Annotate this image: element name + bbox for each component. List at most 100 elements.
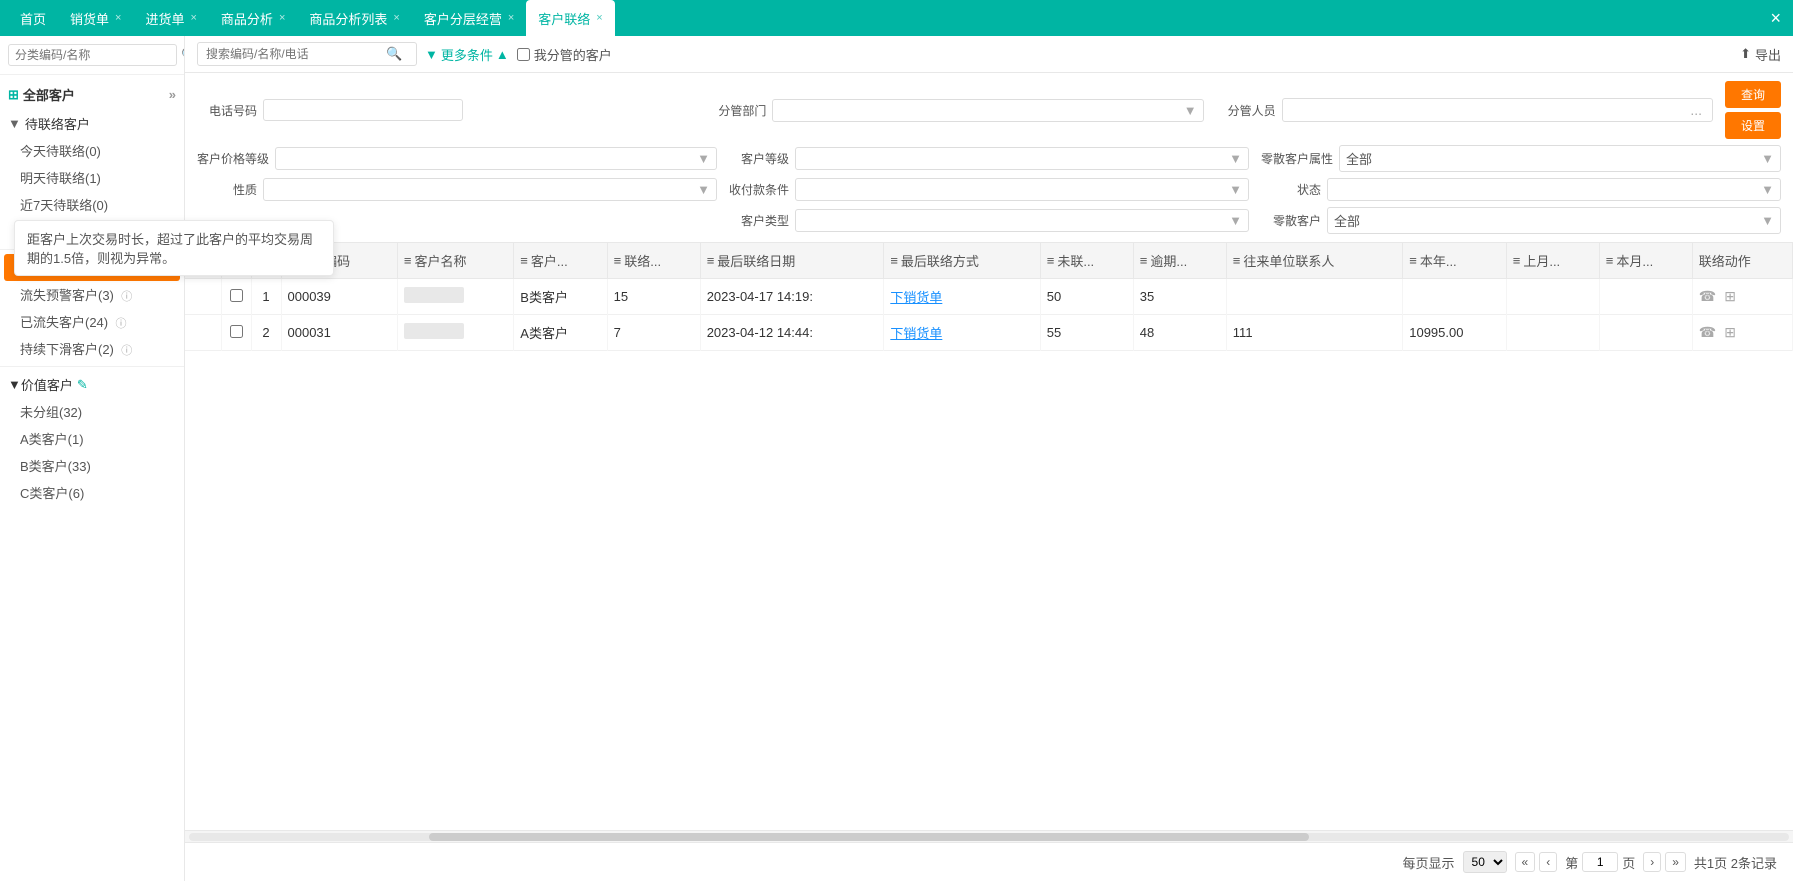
lost-prediction-info-icon[interactable]: ⓘ bbox=[121, 291, 132, 303]
customer-price-field: 客户价格等级 ▼ bbox=[197, 147, 717, 170]
sidebar-item-today-pending[interactable]: 今天待联络(0) bbox=[0, 137, 184, 164]
next-page-button[interactable]: › bbox=[1643, 852, 1661, 872]
prev-page-button[interactable]: ‹ bbox=[1539, 852, 1557, 872]
col-overdue: ≡逾期... bbox=[1133, 243, 1226, 279]
sidebar-content: ⊞ 全部客户 » ▼ 待联络客户 今天待联络(0) 明天待联络(1) 近7天待联… bbox=[0, 75, 184, 881]
row2-customer-code: 000031 bbox=[281, 315, 397, 351]
customer-price-select[interactable]: ▼ bbox=[275, 147, 717, 170]
row2-select-checkbox[interactable] bbox=[230, 325, 243, 338]
table-row: 1 000039 B类客户 15 2023-04-17 14:19: 下销货单 bbox=[185, 279, 1793, 315]
nav-customer-tier-close[interactable]: × bbox=[508, 12, 514, 24]
status-field: 状态 ▼ bbox=[1261, 178, 1781, 201]
sidebar-item-tomorrow-pending[interactable]: 明天待联络(1) bbox=[0, 164, 184, 191]
table-header-row: ⚙ ≡客户编码 ≡客户名称 bbox=[185, 243, 1793, 279]
row2-contact-person: 111 bbox=[1226, 315, 1402, 351]
nav-purchase-order-close[interactable]: × bbox=[190, 12, 196, 24]
value-customers-section[interactable]: ▼ 价值客户 ✎ bbox=[0, 371, 184, 398]
nav-product-analysis-list[interactable]: 商品分析列表 × bbox=[297, 0, 411, 36]
retail-customer-select[interactable]: 全部 ▼ bbox=[1327, 207, 1781, 234]
sidebar-item-ungrouped[interactable]: 未分组(32) bbox=[0, 398, 184, 425]
nav-customer-contact[interactable]: 客户联络 × bbox=[526, 0, 614, 36]
nav-sales-order[interactable]: 销货单 × bbox=[58, 0, 133, 36]
department-select[interactable]: ▼ bbox=[772, 99, 1203, 122]
row1-more-icon[interactable]: ⊞ bbox=[1724, 288, 1736, 305]
payment-select[interactable]: ▼ bbox=[795, 178, 1249, 201]
sort-icon: ≡ bbox=[1409, 253, 1417, 268]
sidebar-item-7day-pending[interactable]: 近7天待联络(0) bbox=[0, 191, 184, 218]
phone-field: 电话号码 bbox=[197, 99, 694, 121]
row1-select-checkbox[interactable] bbox=[230, 289, 243, 302]
sidebar: 🔍 ⊞ 全部客户 » ▼ 待联络客户 今天待联络(0) 明天待联络(1) 近7天… bbox=[0, 36, 185, 881]
search-input[interactable] bbox=[206, 47, 386, 61]
row2-method-link[interactable]: 下销货单 bbox=[890, 326, 942, 341]
sidebar-collapse-button[interactable]: » bbox=[169, 87, 176, 102]
row2-last-contact-method: 下销货单 bbox=[884, 315, 1040, 351]
nav-product-analysis-close[interactable]: × bbox=[279, 12, 285, 24]
row2-more-icon[interactable]: ⊞ bbox=[1724, 324, 1736, 341]
pending-contact-section[interactable]: ▼ 待联络客户 bbox=[0, 110, 184, 137]
more-conditions-button[interactable]: ▼ 更多条件 ▲ bbox=[425, 45, 509, 64]
retail-attr-select[interactable]: 全部 ▼ bbox=[1339, 145, 1781, 172]
manager-select[interactable]: ... bbox=[1282, 98, 1713, 122]
row2-action-icons: ☎ ⊞ bbox=[1699, 324, 1786, 341]
sidebar-item-already-lost[interactable]: 已流失客户(24) ⓘ bbox=[0, 308, 184, 335]
export-button[interactable]: ⬆ 导出 bbox=[1740, 45, 1781, 64]
nav-home[interactable]: 首页 bbox=[8, 0, 58, 36]
manager-dots-icon[interactable]: ... bbox=[1686, 102, 1706, 118]
nav-purchase-order[interactable]: 进货单 × bbox=[133, 0, 208, 36]
filter-row-2: 客户价格等级 ▼ 客户等级 ▼ 零散客户属性 全部 bbox=[197, 145, 1781, 172]
table-wrapper: ⚙ ≡客户编码 ≡客户名称 bbox=[185, 243, 1793, 830]
col-contact-person: ≡往来单位联系人 bbox=[1226, 243, 1402, 279]
status-select[interactable]: ▼ bbox=[1327, 178, 1781, 201]
row2-customer-type: A类客户 bbox=[514, 315, 607, 351]
my-customer-checkbox[interactable] bbox=[517, 48, 530, 61]
row1-overdue: 35 bbox=[1133, 279, 1226, 315]
phone-input[interactable] bbox=[263, 99, 463, 121]
row1-method-link[interactable]: 下销货单 bbox=[890, 290, 942, 305]
col-action: 联络动作 bbox=[1692, 243, 1792, 279]
top-navigation: 首页 销货单 × 进货单 × 商品分析 × 商品分析列表 × 客户分层经营 × … bbox=[0, 0, 1793, 36]
customer-price-label: 客户价格等级 bbox=[197, 150, 269, 167]
sidebar-item-c-class[interactable]: C类客户(6) bbox=[0, 479, 184, 506]
customer-type-select[interactable]: ▼ bbox=[795, 209, 1249, 232]
row1-phone-icon[interactable]: ☎ bbox=[1699, 288, 1716, 305]
category-search-input[interactable] bbox=[8, 44, 177, 66]
window-close-button[interactable]: × bbox=[1770, 8, 1781, 29]
nav-customer-tier[interactable]: 客户分层经营 × bbox=[412, 0, 526, 36]
sort-icon: ≡ bbox=[707, 253, 715, 268]
first-page-button[interactable]: « bbox=[1515, 852, 1536, 872]
page-number-input[interactable] bbox=[1582, 852, 1618, 872]
more-conditions-chevron: ▲ bbox=[496, 47, 509, 62]
my-customer-checkbox-wrap: 我分管的客户 bbox=[517, 45, 612, 64]
horizontal-scrollbar[interactable] bbox=[185, 830, 1793, 842]
payment-field: 收付款条件 ▼ bbox=[729, 178, 1249, 201]
payment-label: 收付款条件 bbox=[729, 181, 789, 198]
nav-sales-order-close[interactable]: × bbox=[115, 12, 121, 24]
value-customers-edit-icon[interactable]: ✎ bbox=[77, 377, 88, 393]
advanced-filter: 电话号码 分管部门 ▼ 分管人员 ... bbox=[185, 73, 1793, 243]
nav-product-analysis[interactable]: 商品分析 × bbox=[209, 0, 297, 36]
customer-type-label: 客户类型 bbox=[729, 212, 789, 229]
nav-product-analysis-list-close[interactable]: × bbox=[393, 12, 399, 24]
sidebar-item-a-class[interactable]: A类客户(1) bbox=[0, 425, 184, 452]
value-arrow-icon: ▼ bbox=[8, 377, 21, 392]
already-lost-info-icon[interactable]: ⓘ bbox=[115, 318, 126, 330]
filter-row-4: ... 客户类型 ▼ 零散客户 全部 ▼ bbox=[197, 207, 1781, 234]
search-icon[interactable]: 🔍 bbox=[386, 46, 402, 62]
row1-last-month bbox=[1506, 279, 1599, 315]
last-page-button[interactable]: » bbox=[1665, 852, 1686, 872]
all-customers-header[interactable]: ⊞ 全部客户 » bbox=[0, 79, 184, 110]
sidebar-item-continuous-down[interactable]: 持续下滑客户(2) ⓘ bbox=[0, 335, 184, 362]
row1-customer-name bbox=[397, 279, 513, 315]
settings-button[interactable]: 设置 bbox=[1725, 112, 1781, 139]
continuous-down-info-icon[interactable]: ⓘ bbox=[121, 345, 132, 357]
nav-customer-contact-close[interactable]: × bbox=[596, 12, 602, 24]
per-page-select[interactable]: 50 bbox=[1463, 851, 1507, 873]
col-last-contact-method: ≡最后联络方式 bbox=[884, 243, 1040, 279]
gender-select[interactable]: ▼ bbox=[263, 178, 717, 201]
query-button[interactable]: 查询 bbox=[1725, 81, 1781, 108]
sidebar-item-b-class[interactable]: B类客户(33) bbox=[0, 452, 184, 479]
sidebar-item-lost-prediction[interactable]: 流失预警客户(3) ⓘ bbox=[0, 281, 184, 308]
row2-phone-icon[interactable]: ☎ bbox=[1699, 324, 1716, 341]
customer-level-select[interactable]: ▼ bbox=[795, 147, 1249, 170]
